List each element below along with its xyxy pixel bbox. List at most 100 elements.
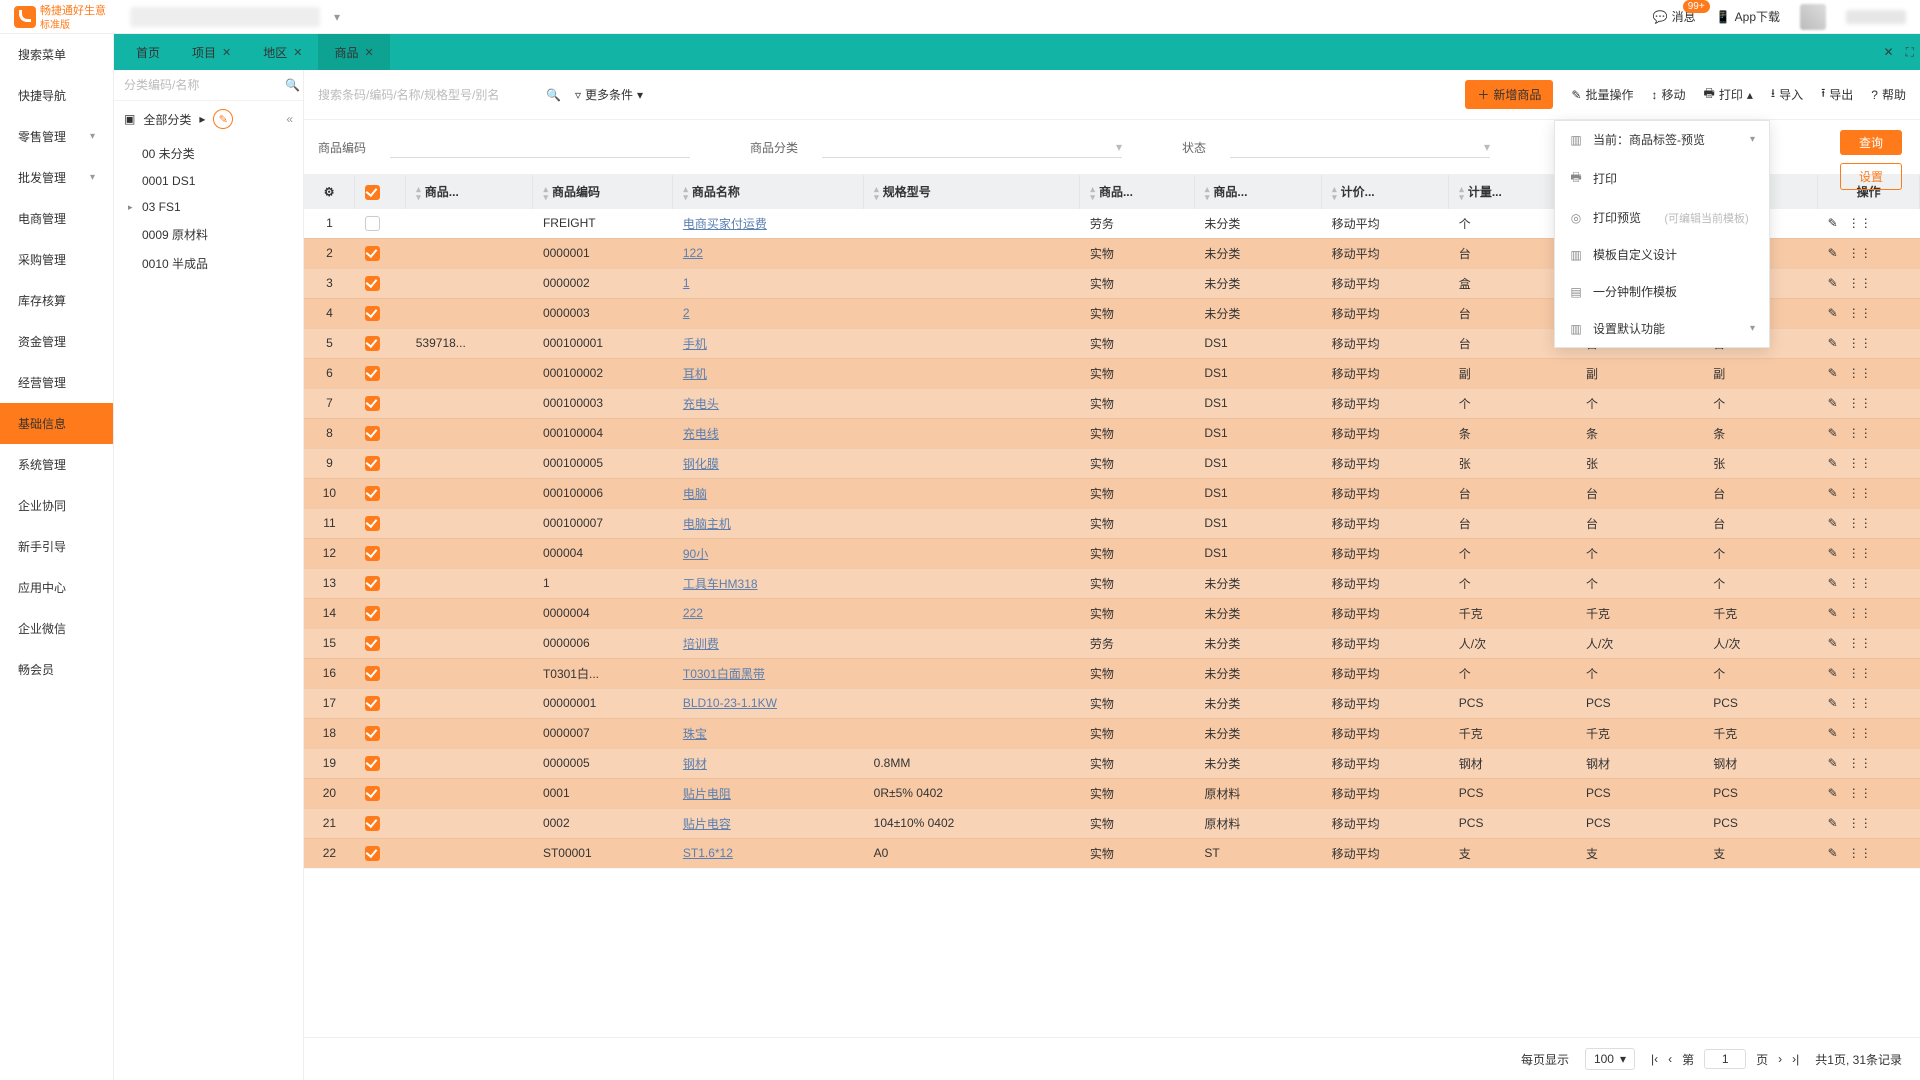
product-name-link[interactable]: 充电线 (683, 427, 719, 441)
row-checkbox[interactable] (365, 486, 380, 501)
table-row[interactable]: 150000006培训费劳务未分类移动平均人/次人/次人/次✎⋮⋮ (304, 628, 1920, 658)
dd-defaults[interactable]: ▥设置默认功能▾ (1555, 310, 1769, 347)
sidebar-item[interactable]: 电商管理 (0, 198, 113, 239)
more-row-icon[interactable]: ⋮⋮ (1848, 606, 1872, 620)
close-icon[interactable]: ✕ (222, 46, 231, 59)
search-icon[interactable]: 🔍 (285, 78, 300, 92)
sidebar-item[interactable]: 企业协同 (0, 485, 113, 526)
product-name-link[interactable]: T0301白面黑带 (683, 667, 765, 681)
table-row[interactable]: 210002贴片电容104±10% 0402实物原材料移动平均PCSPCSPCS… (304, 808, 1920, 838)
sidebar-item[interactable]: 快捷导航 (0, 75, 113, 116)
sidebar-item[interactable]: 零售管理▾ (0, 116, 113, 157)
table-row[interactable]: 190000005钢材0.8MM实物未分类移动平均钢材钢材钢材✎⋮⋮ (304, 748, 1920, 778)
table-row[interactable]: 22ST00001ST1.6*12A0实物ST移动平均支支支✎⋮⋮ (304, 838, 1920, 868)
product-name-link[interactable]: 电商买家付运费 (683, 217, 767, 231)
messages-link[interactable]: 💬 消息 99+ (1653, 8, 1696, 25)
table-row[interactable]: 10000100006电脑实物DS1移动平均台台台✎⋮⋮ (304, 478, 1920, 508)
row-checkbox[interactable] (365, 306, 380, 321)
col-spec[interactable]: ▴▾规格型号 (864, 175, 1080, 209)
search-icon[interactable]: 🔍 (546, 88, 561, 102)
product-name-link[interactable]: 工具车HM318 (683, 577, 758, 591)
row-checkbox[interactable] (365, 816, 380, 831)
row-checkbox[interactable] (365, 756, 380, 771)
dd-current-template[interactable]: ▥当前：商品标签-预览▾ (1555, 121, 1769, 158)
table-row[interactable]: 8000100004充电线实物DS1移动平均条条条✎⋮⋮ (304, 418, 1920, 448)
edit-row-icon[interactable]: ✎ (1828, 726, 1838, 740)
edit-row-icon[interactable]: ✎ (1828, 306, 1838, 320)
category-all[interactable]: 全部分类 (143, 111, 191, 128)
table-row[interactable]: 1200000490小实物DS1移动平均个个个✎⋮⋮ (304, 538, 1920, 568)
tab[interactable]: 项目✕ (176, 34, 247, 70)
product-name-link[interactable]: 222 (683, 606, 703, 620)
sidebar-item[interactable]: 采购管理 (0, 239, 113, 280)
col-barcode[interactable]: ▴▾商品... (406, 175, 533, 209)
edit-row-icon[interactable]: ✎ (1828, 576, 1838, 590)
product-name-link[interactable]: BLD10-23-1.1KW (683, 696, 777, 710)
collapse-panel-icon[interactable]: « (286, 112, 293, 126)
category-search-210[interactable] (124, 78, 279, 92)
more-row-icon[interactable]: ⋮⋮ (1848, 576, 1872, 590)
row-checkbox[interactable] (365, 786, 380, 801)
query-button[interactable]: 查询 (1840, 130, 1902, 155)
more-row-icon[interactable]: ⋮⋮ (1848, 306, 1872, 320)
col-type[interactable]: ▴▾商品... (1080, 175, 1194, 209)
row-checkbox[interactable] (365, 456, 380, 471)
add-product-button[interactable]: ＋新增商品 (1465, 80, 1553, 109)
row-checkbox[interactable] (365, 216, 380, 231)
col-select-all[interactable] (355, 175, 406, 209)
import-link[interactable]: ⭳导入 (1771, 84, 1803, 105)
avatar[interactable] (1800, 4, 1826, 30)
row-checkbox[interactable] (365, 246, 380, 261)
product-name-link[interactable]: 1 (683, 276, 690, 290)
table-row[interactable]: 7000100003充电头实物DS1移动平均个个个✎⋮⋮ (304, 388, 1920, 418)
more-row-icon[interactable]: ⋮⋮ (1848, 726, 1872, 740)
dd-preview[interactable]: ◎打印预览 (可编辑当前模板) (1555, 199, 1769, 236)
edit-row-icon[interactable]: ✎ (1828, 846, 1838, 860)
sidebar-item[interactable]: 搜索菜单 (0, 34, 113, 75)
product-name-link[interactable]: 充电头 (683, 397, 719, 411)
col-pricing[interactable]: ▴▾计价... (1322, 175, 1449, 209)
edit-row-icon[interactable]: ✎ (1828, 696, 1838, 710)
play-icon[interactable]: ▸ (199, 112, 205, 126)
filter-status-field[interactable]: ▾ (1230, 136, 1490, 158)
product-name-link[interactable]: 钢化膜 (683, 457, 719, 471)
row-checkbox[interactable] (365, 366, 380, 381)
move-link[interactable]: ↕移动 (1651, 86, 1685, 103)
more-row-icon[interactable]: ⋮⋮ (1848, 846, 1872, 860)
batch-ops-link[interactable]: ✎批量操作 (1571, 86, 1633, 103)
more-row-icon[interactable]: ⋮⋮ (1848, 366, 1872, 380)
username[interactable] (1846, 10, 1906, 24)
edit-row-icon[interactable]: ✎ (1828, 216, 1838, 230)
product-name-link[interactable]: 电脑主机 (683, 517, 731, 531)
page-size-select[interactable]: 100▾ (1585, 1048, 1635, 1070)
more-row-icon[interactable]: ⋮⋮ (1848, 546, 1872, 560)
row-checkbox[interactable] (365, 426, 380, 441)
more-row-icon[interactable]: ⋮⋮ (1848, 276, 1872, 290)
edit-category-icon[interactable]: ✎ (213, 109, 233, 129)
table-row[interactable]: 6000100002耳机实物DS1移动平均副副副✎⋮⋮ (304, 358, 1920, 388)
edit-row-icon[interactable]: ✎ (1828, 816, 1838, 830)
edit-row-icon[interactable]: ✎ (1828, 366, 1838, 380)
more-row-icon[interactable]: ⋮⋮ (1848, 246, 1872, 260)
dd-print[interactable]: 🖶打印 (1555, 158, 1769, 199)
edit-row-icon[interactable]: ✎ (1828, 276, 1838, 290)
more-row-icon[interactable]: ⋮⋮ (1848, 336, 1872, 350)
sidebar-item[interactable]: 批发管理▾ (0, 157, 113, 198)
sidebar-item[interactable]: 新手引导 (0, 526, 113, 567)
table-row[interactable]: 11000100007电脑主机实物DS1移动平均台台台✎⋮⋮ (304, 508, 1920, 538)
print-link[interactable]: 🖶打印▴ (1703, 84, 1752, 105)
sidebar-item[interactable]: 资金管理 (0, 321, 113, 362)
product-name-link[interactable]: 122 (683, 246, 703, 260)
prev-page-icon[interactable]: ‹ (1668, 1052, 1672, 1066)
row-checkbox[interactable] (365, 516, 380, 531)
product-name-link[interactable]: ST1.6*12 (683, 846, 733, 860)
product-name-link[interactable]: 培训费 (683, 637, 719, 651)
table-row[interactable]: 200001贴片电阻0R±5% 0402实物原材料移动平均PCSPCSPCS✎⋮… (304, 778, 1920, 808)
sidebar-item[interactable]: 库存核算 (0, 280, 113, 321)
row-checkbox[interactable] (365, 576, 380, 591)
chevron-down-icon[interactable]: ▾ (334, 10, 340, 24)
table-row[interactable]: 9000100005钢化膜实物DS1移动平均张张张✎⋮⋮ (304, 448, 1920, 478)
sidebar-item[interactable]: 系统管理 (0, 444, 113, 485)
col-code[interactable]: ▴▾商品编码 (533, 175, 673, 209)
edit-row-icon[interactable]: ✎ (1828, 636, 1838, 650)
